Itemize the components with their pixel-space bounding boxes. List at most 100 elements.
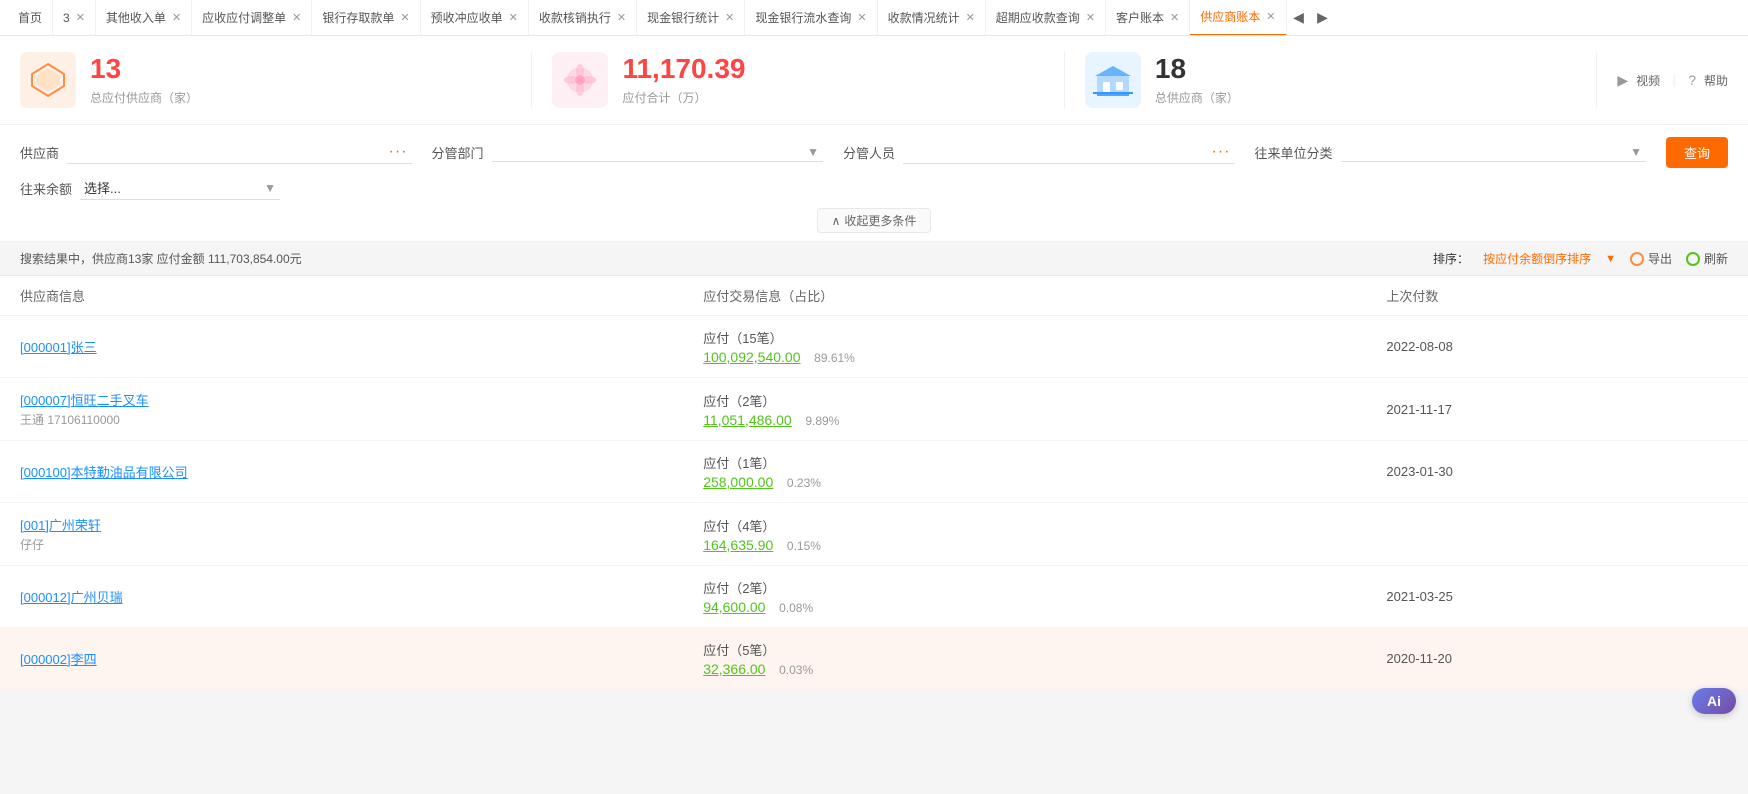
tx-info-2: 应付（2笔） 11,051,486.00 9.89% [703,391,1386,428]
tx-amount-4[interactable]: 164,635.90 [703,537,773,553]
close-icon[interactable]: ✕ [509,11,518,24]
table-row: [000001]张三 应付（15笔） 100,092,540.00 89.61%… [0,316,1748,378]
nav-tab-cash-query-label: 现金银行流水查询 [755,9,851,26]
stat-number-total: 18 [1155,54,1239,85]
tx-amount-6[interactable]: 32,366.00 [703,661,765,677]
tx-amount-3[interactable]: 258,000.00 [703,474,773,490]
chevron-down-icon: ▼ [807,145,819,159]
close-icon[interactable]: ✕ [400,11,409,24]
search-field-balance: 往来余额 选择... ▼ [20,176,280,200]
stat-content-suppliers: 13 总应付供应商（家） [90,54,198,106]
export-button[interactable]: 导出 [1630,250,1672,267]
nav-tab-overdue-label: 超期应收款查询 [996,9,1080,26]
supplier-link-3[interactable]: [000100]本特勤油品有限公司 [20,462,703,481]
tx-amount-5[interactable]: 94,600.00 [703,599,765,615]
stat-number-suppliers: 13 [90,54,198,85]
supplier-link-1[interactable]: [000001]张三 [20,337,703,356]
supplier-sub-4: 仔仔 [20,536,703,553]
nav-tab-adjust[interactable]: 应收应付调整单 ✕ [192,0,312,36]
ai-badge[interactable]: Ai [1692,688,1736,714]
nav-tab-receipt-stat[interactable]: 收款情况统计 ✕ [878,0,986,36]
results-bar: 搜索结果中，供应商13家 应付金额 111,703,854.00元 排序： 按应… [0,242,1748,276]
close-icon[interactable]: ✕ [1266,10,1275,23]
nav-next-arrow[interactable]: ▶ [1311,0,1335,36]
sort-value[interactable]: 按应付余额倒序排序 [1483,250,1591,267]
nav-tab-3[interactable]: 3 ✕ [53,0,96,36]
nav-tab-advance[interactable]: 预收冲应收单 ✕ [421,0,529,36]
last-pay-5: 2021-03-25 [1386,589,1728,604]
category-select[interactable]: ▼ [1341,143,1646,162]
close-icon[interactable]: ✕ [857,11,866,24]
nav-tab-other-income[interactable]: 其他收入单 ✕ [96,0,192,36]
nav-tab-advance-label: 预收冲应收单 [431,9,503,26]
nav-tab-verify[interactable]: 收款核销执行 ✕ [529,0,637,36]
chevron-down-icon: ▼ [1605,253,1616,265]
nav-tab-customer-book-label: 客户账本 [1116,9,1164,26]
person-input[interactable] [907,145,1212,160]
close-icon[interactable]: ✕ [292,11,301,24]
query-button[interactable]: 查询 [1666,137,1728,168]
close-icon[interactable]: ✕ [172,11,181,24]
video-link[interactable]: 视频 [1636,72,1660,89]
nav-tab-cash-stat[interactable]: 现金银行统计 ✕ [637,0,745,36]
close-icon[interactable]: ✕ [76,11,85,24]
person-dots-icon[interactable]: ··· [1212,143,1231,161]
stat-block-amount: 11,170.39 应付合计（万） [552,52,1064,108]
supplier-link-4[interactable]: [001]广州荣轩 [20,515,703,534]
tx-pct-1: 89.61% [814,351,855,365]
refresh-button[interactable]: 刷新 [1686,250,1728,267]
help-link[interactable]: 帮助 [1704,72,1728,89]
person-input-wrap: ··· [903,141,1234,164]
close-icon[interactable]: ✕ [1086,11,1095,24]
refresh-label: 刷新 [1704,250,1728,267]
tx-amount-1[interactable]: 100,092,540.00 [703,349,800,365]
nav-tab-cash-query[interactable]: 现金银行流水查询 ✕ [745,0,877,36]
category-label: 往来单位分类 [1255,143,1333,162]
export-label: 导出 [1648,250,1672,267]
nav-tab-supplier-book[interactable]: 供应商账本 ✕ [1190,0,1286,36]
collapse-button[interactable]: ∧ 收起更多条件 [817,208,932,233]
tx-pct-2: 9.89% [805,414,839,428]
table-header: 供应商信息 应付交易信息（占比） 上次付数 [0,276,1748,316]
tx-pct-4: 0.15% [787,539,821,553]
tx-amount-2[interactable]: 11,051,486.00 [703,412,792,428]
supplier-dots-icon[interactable]: ··· [389,143,408,161]
nav-prev-arrow[interactable]: ◀ [1287,0,1311,36]
circle-icon-video: ▶ [1617,72,1628,89]
nav-tab-customer-book[interactable]: 客户账本 ✕ [1106,0,1190,36]
tx-info-6: 应付（5笔） 32,366.00 0.03% [703,640,1386,677]
nav-tab-overdue[interactable]: 超期应收款查询 ✕ [986,0,1106,36]
tx-label-5: 应付（2笔） [703,578,1386,597]
close-icon[interactable]: ✕ [725,11,734,24]
divider: ｜ [1668,72,1680,89]
close-icon[interactable]: ✕ [966,11,975,24]
search-row-1: 供应商 ··· 分管部门 ▼ 分管人员 ··· 往来单位分类 ▼ [20,137,1728,168]
supplier-info-6: [000002]李四 [20,649,703,668]
nav-tab-adjust-label: 应收应付调整单 [202,9,286,26]
stat-content-total: 18 总供应商（家） [1155,54,1239,106]
balance-select[interactable]: 选择... ▼ [80,176,280,200]
nav-tab-bank[interactable]: 银行存取款单 ✕ [312,0,420,36]
nav-tab-3-label: 3 [63,11,70,25]
department-select[interactable]: ▼ [492,143,823,162]
nav-tab-home[interactable]: 首页 [8,0,53,36]
supplier-input[interactable] [71,145,389,160]
close-icon[interactable]: ✕ [1170,11,1179,24]
export-circle-icon [1630,252,1644,266]
tx-amount-row-6: 32,366.00 0.03% [703,661,1386,677]
nav-tab-receipt-stat-label: 收款情况统计 [888,9,960,26]
supplier-link-2[interactable]: [000007]恒旺二手叉车 [20,390,703,409]
close-icon[interactable]: ✕ [617,11,626,24]
tx-amount-row-5: 94,600.00 0.08% [703,599,1386,615]
tx-info-5: 应付（2笔） 94,600.00 0.08% [703,578,1386,615]
tx-amount-row-4: 164,635.90 0.15% [703,537,1386,553]
top-right-links: ▶ 视频 ｜ ? 帮助 [1617,72,1728,89]
supplier-link-5[interactable]: [000012]广州贝瑞 [20,587,703,606]
tx-pct-6: 0.03% [779,663,813,677]
chevron-down-icon: ▼ [264,181,276,195]
nav-tab-verify-label: 收款核销执行 [539,9,611,26]
chevron-down-icon: ▼ [1630,145,1642,159]
supplier-link-6[interactable]: [000002]李四 [20,649,703,668]
balance-value: 选择... [84,178,121,197]
stat-label-suppliers: 总应付供应商（家） [90,89,198,106]
